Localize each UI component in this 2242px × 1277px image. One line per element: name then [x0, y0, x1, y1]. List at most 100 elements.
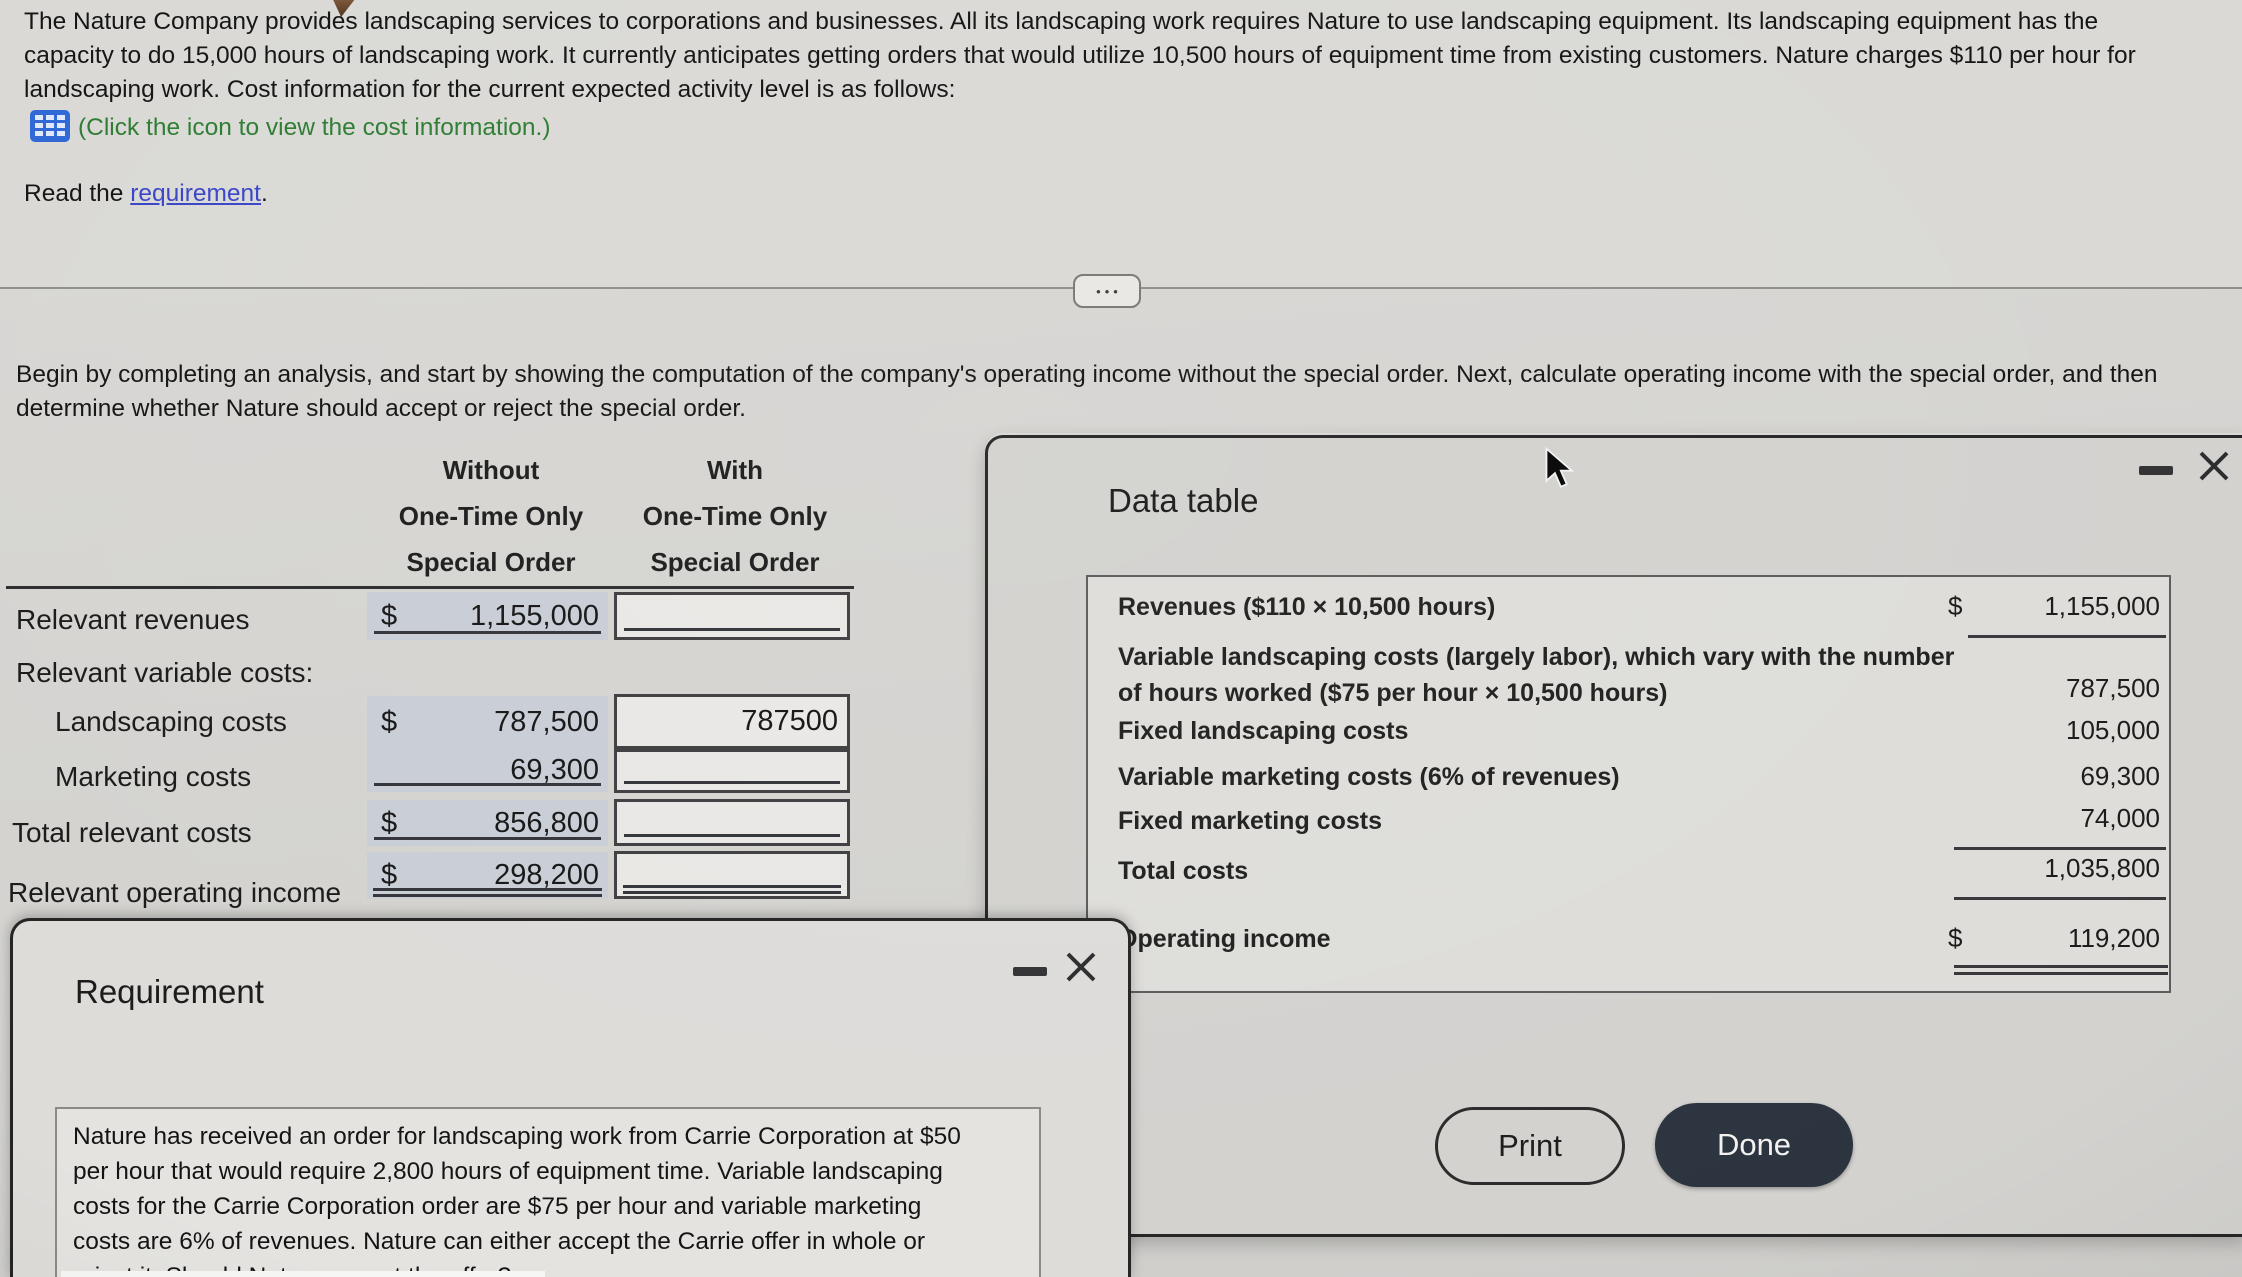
- dt-label-variable-landscaping-line2: of hours worked ($75 per hour × 10,500 h…: [1118, 679, 1668, 707]
- dt-amount-revenues: 1,155,000: [2044, 591, 2160, 621]
- dt-amount-variable-landscaping: 787,500: [2066, 673, 2160, 703]
- with-input-relevant-operating-income[interactable]: [617, 854, 847, 896]
- col1-header-line3: Special Order: [406, 547, 576, 577]
- without-cell-relevant-revenues: $ 1,155,000: [367, 592, 608, 640]
- scrollbar-strip: [61, 1271, 545, 1277]
- with-cell-landscaping-costs: [614, 694, 850, 749]
- problem-line-2: capacity to do 15,000 hours of landscapi…: [24, 42, 2136, 69]
- with-cell-relevant-revenues: [614, 592, 850, 640]
- with-input-relevant-revenues[interactable]: [617, 595, 847, 637]
- requirement-line-2: per hour that would require 2,800 hours …: [73, 1158, 943, 1185]
- row-label-relevant-operating-income: Relevant operating income: [8, 877, 342, 908]
- requirement-line-4: costs are 6% of revenues. Nature can eit…: [73, 1228, 926, 1255]
- dt-value-fixed-landscaping: 105,000: [1948, 715, 2160, 746]
- dt-label-fixed-marketing: Fixed marketing costs: [1118, 807, 1382, 835]
- dt-amount-operating-income: 119,200: [2067, 923, 2160, 953]
- with-input-landscaping-costs[interactable]: [617, 697, 847, 746]
- with-input-marketing-costs[interactable]: [617, 752, 847, 790]
- underline: [1954, 897, 2166, 900]
- requirement-window-title: Requirement: [75, 973, 264, 1010]
- without-value-relevant-operating-income: 298,200: [494, 859, 599, 891]
- dt-label-variable-marketing: Variable marketing costs (6% of revenues…: [1118, 763, 1620, 791]
- dt-label-fixed-landscaping: Fixed landscaping costs: [1118, 717, 1409, 745]
- col2-header-line1: With: [706, 455, 764, 485]
- row-label-landscaping-costs: Landscaping costs: [55, 706, 287, 737]
- dt-label-variable-landscaping-line1: Variable landscaping costs (largely labo…: [1118, 643, 1955, 671]
- with-cell-relevant-operating-income: [614, 851, 850, 899]
- col2-header-line3: Special Order: [650, 547, 820, 577]
- mouse-cursor: [1543, 446, 1577, 496]
- dollar-sign: $: [381, 705, 398, 738]
- dollar-sign: $: [1948, 591, 1963, 621]
- dollar-sign: $: [381, 806, 398, 839]
- dt-amount-total-costs: 1,035,800: [2044, 853, 2160, 883]
- requirement-line-1: Nature has received an order for landsca…: [73, 1123, 961, 1150]
- problem-line-3: landscaping work. Cost information for t…: [24, 76, 956, 103]
- without-value-marketing-costs: 69,300: [510, 753, 599, 786]
- header-rule: [6, 586, 854, 589]
- dt-value-total-costs: 1,035,800: [1948, 853, 2160, 884]
- dt-label-revenues: Revenues ($110 × 10,500 hours): [1118, 593, 1496, 621]
- row-label-relevant-revenues: Relevant revenues: [16, 604, 250, 635]
- dollar-sign: $: [381, 599, 398, 632]
- requirement-textbox: Nature has received an order for landsca…: [55, 1107, 1041, 1277]
- data-table-window-title: Data table: [1108, 482, 1259, 519]
- read-prefix: Read the: [24, 180, 131, 207]
- underline: [1968, 635, 2166, 638]
- col1-header-line2: One-Time Only: [398, 501, 584, 531]
- dollar-sign: $: [1948, 923, 1963, 953]
- without-cell-relevant-operating-income: $ 298,200: [367, 852, 608, 899]
- underline: [1954, 847, 2166, 850]
- cost-info-icon[interactable]: [30, 110, 70, 142]
- without-cell-landscaping-costs: $ 787,500: [367, 696, 608, 748]
- dt-value-operating-income: $ 119,200: [1948, 923, 2160, 954]
- without-value-relevant-revenues: 1,155,000: [469, 599, 599, 632]
- dt-value-revenues: $ 1,155,000: [1948, 591, 2160, 622]
- dt-value-variable-marketing: 69,300: [1948, 761, 2160, 792]
- done-button[interactable]: Done: [1655, 1103, 1853, 1187]
- divider-handle[interactable]: •••: [1073, 274, 1141, 308]
- cost-info-note: (Click the icon to view the cost informa…: [78, 114, 551, 141]
- with-cell-total-relevant-costs: [614, 799, 850, 846]
- requirement-link[interactable]: requirement: [130, 180, 261, 207]
- row-label-marketing-costs: Marketing costs: [55, 761, 252, 792]
- dt-amount-variable-marketing: 69,300: [2080, 761, 2160, 791]
- table-grid-icon: [30, 110, 70, 142]
- double-underline: [1954, 965, 2168, 975]
- ellipsis-dots: •••: [1096, 283, 1122, 299]
- dt-label-total-costs: Total costs: [1118, 857, 1249, 885]
- dt-label-operating-income: Operating income: [1118, 925, 1331, 953]
- screen: The Nature Company provides landscaping …: [0, 0, 2242, 1277]
- close-icon[interactable]: [2196, 446, 2232, 491]
- close-x-glyph: [1066, 952, 1096, 982]
- col1-header-line1: Without: [442, 455, 540, 485]
- read-requirement-line: Read the requirement.: [24, 180, 268, 208]
- pointer-arrow-icon: [1545, 446, 1575, 488]
- requirement-window: Requirement Nature has received an order…: [10, 918, 1131, 1277]
- minimize-icon[interactable]: [2139, 466, 2173, 475]
- data-table-panel: Revenues ($110 × 10,500 hours) $ 1,155,0…: [1086, 575, 2171, 993]
- data-table-window: Data table Revenues ($110 × 10,500 hours…: [985, 435, 2242, 1237]
- problem-line-1: The Nature Company provides landscaping …: [24, 8, 2099, 35]
- dt-value-variable-landscaping: 787,500: [1948, 673, 2160, 704]
- row-label-relevant-variable-costs: Relevant variable costs:: [16, 657, 314, 688]
- dt-amount-fixed-marketing: 74,000: [2080, 803, 2160, 833]
- dt-amount-fixed-landscaping: 105,000: [2066, 715, 2160, 745]
- dt-value-fixed-marketing: 74,000: [1948, 803, 2160, 834]
- without-value-total-relevant-costs: 856,800: [494, 806, 599, 839]
- read-suffix: .: [260, 180, 268, 207]
- row-label-total-relevant-costs: Total relevant costs: [12, 817, 252, 848]
- with-input-total-relevant-costs[interactable]: [617, 802, 847, 843]
- print-button[interactable]: Print: [1435, 1107, 1625, 1185]
- without-cell-marketing-costs: 69,300: [367, 748, 608, 792]
- instruction-line-2: determine whether Nature should accept o…: [16, 395, 746, 422]
- without-value-landscaping-costs: 787,500: [494, 705, 599, 738]
- requirement-line-3: costs for the Carrie Corporation order a…: [73, 1193, 922, 1220]
- close-icon[interactable]: [1063, 947, 1099, 992]
- close-x-glyph: [2199, 451, 2229, 481]
- col2-header-line2: One-Time Only: [642, 501, 828, 531]
- minimize-icon[interactable]: [1013, 967, 1047, 976]
- instruction-line-1: Begin by completing an analysis, and sta…: [16, 361, 2158, 388]
- without-cell-total-relevant-costs: $ 856,800: [367, 800, 608, 846]
- dollar-sign: $: [381, 859, 398, 891]
